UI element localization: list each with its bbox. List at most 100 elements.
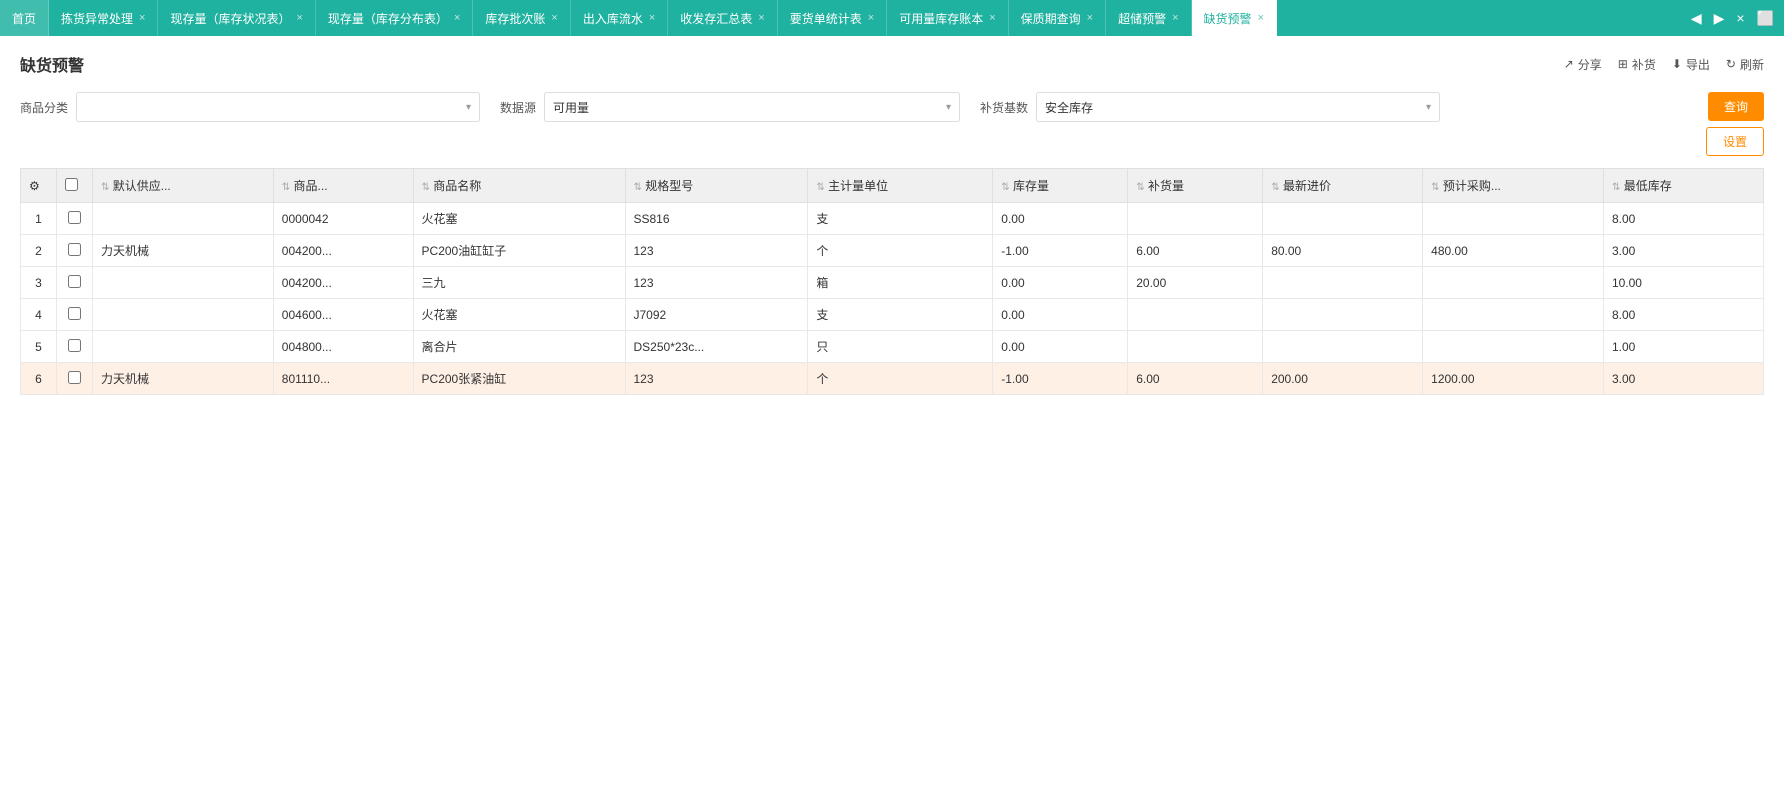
data-source-select[interactable]: 可用量 ▾	[544, 92, 960, 122]
row-checkbox[interactable]	[68, 339, 81, 352]
data-source-filter-group: 数据源 可用量 ▾	[500, 92, 960, 122]
row-unit: 支	[808, 299, 993, 331]
page-title: 缺货预警	[20, 52, 84, 76]
close-tab-expiry-query[interactable]: ×	[1087, 12, 1093, 24]
row-checkbox[interactable]	[68, 243, 81, 256]
table-row: 6 力天机械 801110... PC200张紧油缸 123 个 -1.00 6…	[21, 363, 1764, 395]
restock-label: 补货	[1632, 56, 1656, 73]
row-min-stock: 3.00	[1603, 363, 1763, 395]
close-tab-avail-ledger[interactable]: ×	[989, 12, 995, 24]
row-checkbox[interactable]	[68, 211, 81, 224]
th-product-name[interactable]: ⇅ 商品名称	[413, 169, 625, 203]
share-label: 分享	[1578, 56, 1602, 73]
th-unit[interactable]: ⇅ 主计量单位	[808, 169, 993, 203]
tab-inout-flow[interactable]: 出入库流水 ×	[571, 0, 668, 36]
row-product-name: PC200油缸缸子	[413, 235, 625, 267]
restock-basis-value: 安全库存	[1045, 99, 1093, 116]
close-tab-batch-account[interactable]: ×	[551, 12, 557, 24]
th-product-code[interactable]: ⇅ 商品...	[273, 169, 413, 203]
row-spec: SS816	[625, 203, 808, 235]
data-table: ⚙ ⇅ 默认供应... ⇅ 商品... ⇅ 商品名称 ⇅	[20, 168, 1764, 395]
tab-inventory-dist[interactable]: 现存量（库存分布表） ×	[316, 0, 473, 36]
restock-action[interactable]: ⊞ 补货	[1618, 56, 1656, 73]
th-default-supplier[interactable]: ⇅ 默认供应...	[93, 169, 274, 203]
main-content: 缺货预警 ↗ 分享 ⊞ 补货 ⬇ 导出 ↻ 刷新 商品分类	[0, 36, 1784, 796]
share-action[interactable]: ↗ 分享	[1564, 56, 1602, 73]
row-product-name: 离合片	[413, 331, 625, 363]
row-unit: 箱	[808, 267, 993, 299]
close-tab-inout-flow[interactable]: ×	[649, 12, 655, 24]
row-latest-price	[1263, 267, 1423, 299]
row-product-code: 0000042	[273, 203, 413, 235]
row-checkbox[interactable]	[68, 371, 81, 384]
select-all-checkbox[interactable]	[65, 178, 78, 191]
close-tab-overstock[interactable]: ×	[1172, 12, 1178, 24]
close-tab-collect-summary[interactable]: ×	[758, 12, 764, 24]
row-spec: 123	[625, 363, 808, 395]
tab-prev-button[interactable]: ◀	[1685, 6, 1708, 31]
tab-maximize-button[interactable]: ⬜	[1751, 6, 1780, 31]
tab-next-button[interactable]: ▶	[1708, 6, 1731, 31]
share-icon: ↗	[1564, 57, 1574, 71]
row-checkbox-cell[interactable]	[57, 299, 93, 331]
refresh-action[interactable]: ↻ 刷新	[1726, 56, 1764, 73]
product-category-select[interactable]: ▾	[76, 92, 480, 122]
tab-inventory-status[interactable]: 现存量（库存状况表） ×	[158, 0, 315, 36]
th-gear[interactable]: ⚙	[21, 169, 57, 203]
row-min-stock: 8.00	[1603, 299, 1763, 331]
tab-collect-summary[interactable]: 收发存汇总表 ×	[668, 0, 777, 36]
sort-icon-5: ⇅	[816, 182, 824, 193]
row-default-supplier	[93, 203, 274, 235]
row-checkbox[interactable]	[68, 307, 81, 320]
close-tab-inventory-dist[interactable]: ×	[454, 12, 460, 24]
th-min-stock[interactable]: ⇅ 最低库存	[1603, 169, 1763, 203]
row-unit: 个	[808, 235, 993, 267]
th-latest-price[interactable]: ⇅ 最新进价	[1263, 169, 1423, 203]
tab-home[interactable]: 首页	[0, 0, 49, 36]
sort-icon: ⇅	[101, 182, 109, 193]
table-row: 5 004800... 离合片 DS250*23c... 只 0.00 1.00	[21, 331, 1764, 363]
row-checkbox[interactable]	[68, 275, 81, 288]
row-est-purchase	[1423, 299, 1604, 331]
th-restock-qty[interactable]: ⇅ 补货量	[1128, 169, 1263, 203]
th-stock-qty[interactable]: ⇅ 库存量	[993, 169, 1128, 203]
settings-button[interactable]: 设置	[1706, 127, 1764, 156]
tab-avail-ledger[interactable]: 可用量库存账本 ×	[887, 0, 1008, 36]
tab-shortage[interactable]: 缺货预警 ×	[1192, 0, 1277, 36]
row-stock-qty: -1.00	[993, 363, 1128, 395]
sort-icon-8: ⇅	[1271, 182, 1279, 193]
close-tab-shortage[interactable]: ×	[1258, 12, 1264, 24]
row-checkbox-cell[interactable]	[57, 267, 93, 299]
row-checkbox-cell[interactable]	[57, 203, 93, 235]
row-checkbox-cell[interactable]	[57, 331, 93, 363]
close-tab-inventory-status[interactable]: ×	[296, 12, 302, 24]
row-latest-price	[1263, 203, 1423, 235]
th-spec[interactable]: ⇅ 规格型号	[625, 169, 808, 203]
sort-icon-4: ⇅	[634, 182, 642, 193]
row-checkbox-cell[interactable]	[57, 363, 93, 395]
table-row: 2 力天机械 004200... PC200油缸缸子 123 个 -1.00 6…	[21, 235, 1764, 267]
row-default-supplier: 力天机械	[93, 235, 274, 267]
tab-expiry-query[interactable]: 保质期查询 ×	[1009, 0, 1106, 36]
row-min-stock: 8.00	[1603, 203, 1763, 235]
row-unit: 支	[808, 203, 993, 235]
th-checkbox[interactable]	[57, 169, 93, 203]
export-label: 导出	[1686, 56, 1710, 73]
row-latest-price: 80.00	[1263, 235, 1423, 267]
th-est-purchase[interactable]: ⇅ 预计采购...	[1423, 169, 1604, 203]
export-action[interactable]: ⬇ 导出	[1672, 56, 1710, 73]
restock-basis-select[interactable]: 安全库存 ▾	[1036, 92, 1440, 122]
table-body: 1 0000042 火花塞 SS816 支 0.00 8.00 2 力天机械 0…	[21, 203, 1764, 395]
tab-overstock[interactable]: 超储预警 ×	[1106, 0, 1191, 36]
query-button[interactable]: 查询	[1708, 92, 1764, 121]
row-checkbox-cell[interactable]	[57, 235, 93, 267]
sort-icon-9: ⇅	[1431, 182, 1439, 193]
sort-icon-6: ⇅	[1001, 182, 1009, 193]
tab-batch-account[interactable]: 库存批次账 ×	[473, 0, 570, 36]
restock-basis-filter-group: 补货基数 安全库存 ▾	[980, 92, 1440, 122]
tab-order-stats[interactable]: 要货单统计表 ×	[778, 0, 887, 36]
tab-exception[interactable]: 拣货异常处理 ×	[49, 0, 158, 36]
close-tab-exception[interactable]: ×	[139, 12, 145, 24]
tab-close-all-button[interactable]: ×	[1730, 6, 1750, 30]
close-tab-order-stats[interactable]: ×	[868, 12, 874, 24]
